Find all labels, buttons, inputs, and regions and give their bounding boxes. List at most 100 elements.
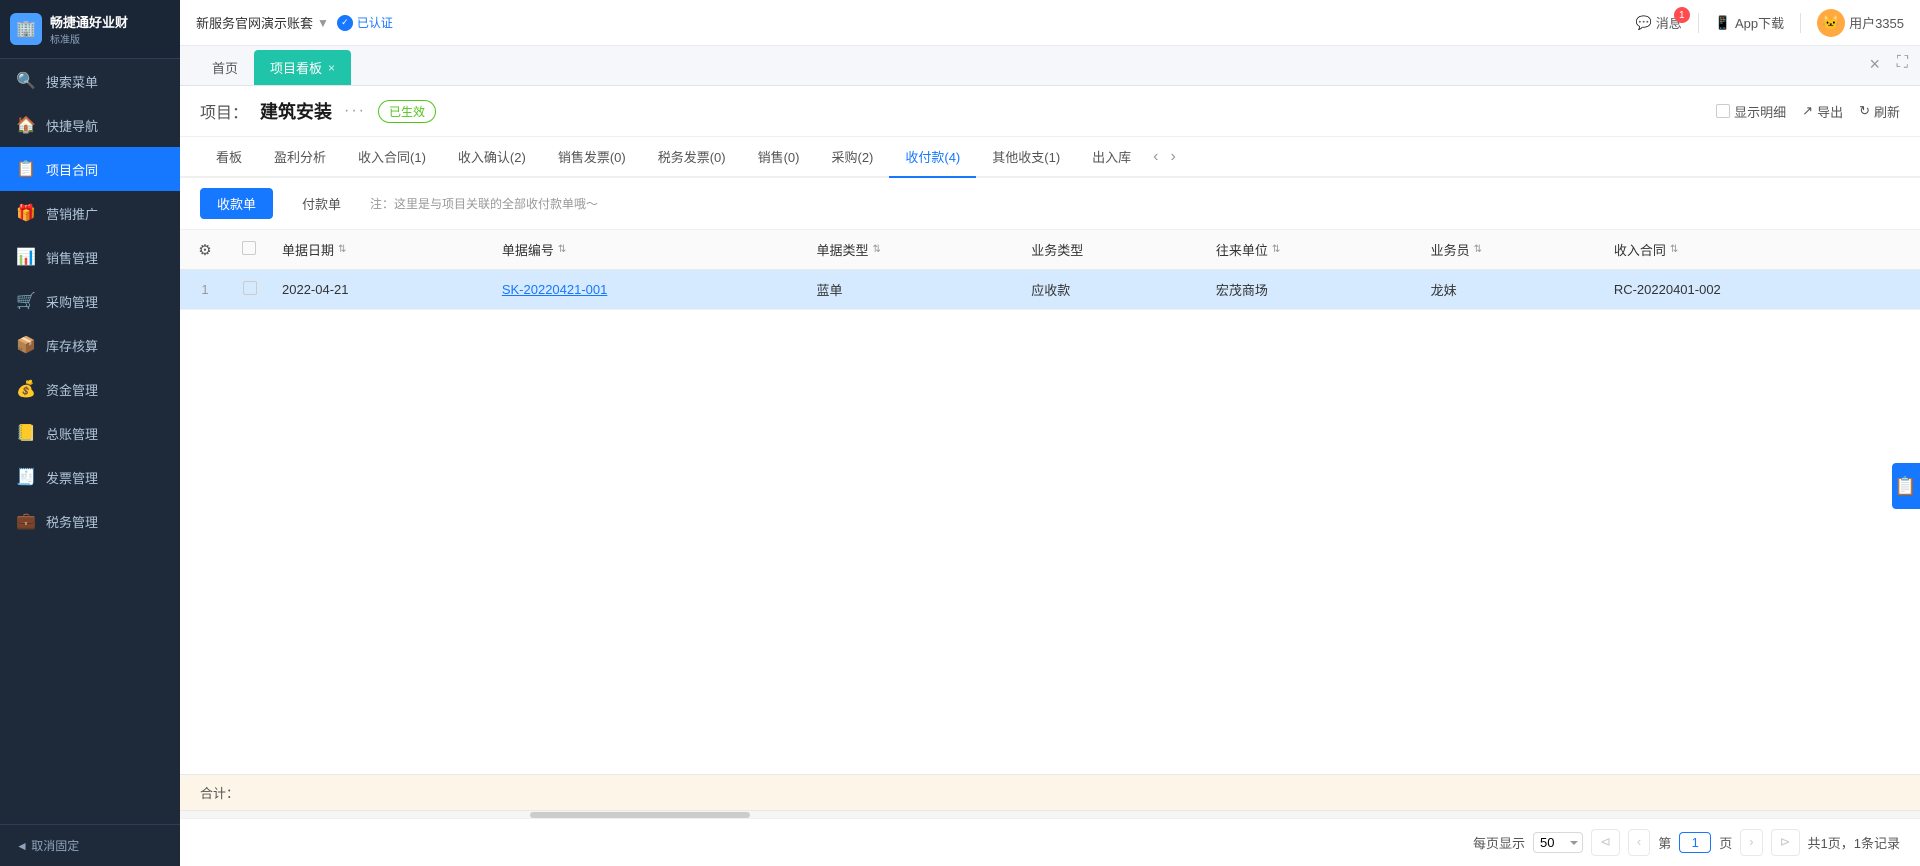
user-avatar: 🐱 <box>1817 9 1845 37</box>
pagination-bar: 每页显示 50 10 20 100 ⊲ ‹ 第 1 页 › ⊳ 共1页，1条记录 <box>180 818 1920 866</box>
th-checkbox[interactable] <box>230 230 270 270</box>
sort-number-icon: ⇅ <box>558 244 566 255</box>
pagination-total-info: 共1页，1条记录 <box>1808 833 1900 852</box>
sidebar-item-marketing[interactable]: 🎁 营销推广 <box>0 191 180 235</box>
sidebar-item-sales[interactable]: 📊 销售管理 <box>0 235 180 279</box>
select-all-checkbox[interactable] <box>242 241 256 255</box>
th-partner[interactable]: 往来单位⇅ <box>1204 230 1419 270</box>
account-dropdown-icon: ▼ <box>317 16 329 30</box>
cell-partner: 宏茂商场 <box>1204 270 1419 310</box>
show-detail-checkbox[interactable] <box>1716 104 1730 118</box>
window-close-button[interactable]: × <box>1865 52 1884 77</box>
sub-tabs-next-btn[interactable]: › <box>1165 144 1182 170</box>
export-button[interactable]: ↗ 导出 <box>1802 102 1843 121</box>
show-detail-toggle[interactable]: 显示明细 <box>1716 102 1786 121</box>
sub-tab-kanban[interactable]: 看板 <box>200 137 258 178</box>
sub-tab-tax-invoice[interactable]: 税务发票(0) <box>642 137 742 178</box>
project-status-badge: 已生效 <box>378 100 436 123</box>
sidebar: 🏢 畅捷通好业财 标准版 🔍 搜索菜单 🏠 快捷导航 📋 项目合同 🎁 营销推广… <box>0 0 180 866</box>
sub-tab-sales-invoice[interactable]: 销售发票(0) <box>542 137 642 178</box>
th-income-contract[interactable]: 收入合同⇅ <box>1602 230 1920 270</box>
sidebar-icon-search: 🔍 <box>16 71 36 91</box>
th-salesperson[interactable]: 业务员⇅ <box>1419 230 1602 270</box>
sidebar-label-purchase: 采购管理 <box>46 292 98 311</box>
certified-icon: ✓ <box>337 15 353 31</box>
cell-number[interactable]: SK-20220421-001 <box>490 270 805 310</box>
sidebar-item-capital[interactable]: 💰 资金管理 <box>0 367 180 411</box>
pagination-next-btn[interactable]: › <box>1740 829 1762 856</box>
sidebar-icon-invoice: 🧾 <box>16 467 36 487</box>
tab-project-board[interactable]: 项目看板 × <box>254 50 351 85</box>
sub-tabs-prev-btn[interactable]: ‹ <box>1147 144 1164 170</box>
message-icon: 💬 <box>1636 15 1652 31</box>
content-wrapper: 项目： 建筑安装 ··· 已生效 显示明细 ↗ 导出 ↻ <box>180 86 1920 866</box>
sub-tab-profit[interactable]: 盈利分析 <box>258 137 342 178</box>
page-label: 第 <box>1658 833 1671 852</box>
receipt-toggle-btn[interactable]: 收款单 <box>200 188 273 219</box>
pagination-prev-btn[interactable]: ‹ <box>1628 829 1650 856</box>
sub-tab-other-expense[interactable]: 其他收支(1) <box>976 137 1076 178</box>
sub-tab-inout[interactable]: 出入库 <box>1076 137 1147 178</box>
sidebar-item-project-contract[interactable]: 📋 项目合同 <box>0 147 180 191</box>
tab-home-label: 首页 <box>212 58 238 77</box>
pagination-last-btn[interactable]: ⊳ <box>1771 829 1800 856</box>
sort-type-icon: ⇅ <box>873 244 881 255</box>
sidebar-unpin-button[interactable]: ◄ 取消固定 <box>0 824 180 866</box>
sidebar-app-name: 畅捷通好业财 <box>50 12 128 31</box>
tab-close-icon[interactable]: × <box>328 61 335 75</box>
main-area: 新服务官网演示账套 ▼ ✓ 已认证 💬 消息 1 📱 App下载 🐱 <box>180 0 1920 866</box>
divider2 <box>1800 13 1801 33</box>
th-gear[interactable]: ⚙ <box>180 230 230 270</box>
project-more-button[interactable]: ··· <box>344 102 366 120</box>
tab-home[interactable]: 首页 <box>196 50 254 85</box>
sort-salesperson-icon: ⇅ <box>1474 244 1482 255</box>
payment-toggle-btn[interactable]: 付款单 <box>285 188 358 219</box>
sidebar-item-inventory[interactable]: 📦 库存核算 <box>0 323 180 367</box>
sub-tab-income-contract[interactable]: 收入合同(1) <box>342 137 442 178</box>
sidebar-nav: 🔍 搜索菜单 🏠 快捷导航 📋 项目合同 🎁 营销推广 📊 销售管理 🛒 采购管… <box>0 59 180 824</box>
th-number[interactable]: 单据编号⇅ <box>490 230 805 270</box>
sidebar-item-invoice[interactable]: 🧾 发票管理 <box>0 455 180 499</box>
sub-tab-sales[interactable]: 销售(0) <box>742 137 816 178</box>
top-bar: 新服务官网演示账套 ▼ ✓ 已认证 💬 消息 1 📱 App下载 🐱 <box>180 0 1920 46</box>
export-icon: ↗ <box>1802 103 1813 119</box>
sidebar-icon-inventory: 📦 <box>16 335 36 355</box>
scroll-indicator[interactable] <box>180 810 1920 818</box>
th-type[interactable]: 单据类型⇅ <box>804 230 1019 270</box>
cell-checkbox[interactable] <box>230 270 270 310</box>
sidebar-logo-icon: 🏢 <box>10 13 42 45</box>
user-menu[interactable]: 🐱 用户3355 <box>1817 9 1904 37</box>
pagination-first-btn[interactable]: ⊲ <box>1591 829 1620 856</box>
account-name: 新服务官网演示账套 <box>196 13 313 32</box>
sub-tab-purchase[interactable]: 采购(2) <box>815 137 889 178</box>
sidebar-item-ledger[interactable]: 📒 总账管理 <box>0 411 180 455</box>
per-page-select[interactable]: 50 10 20 100 <box>1533 832 1583 853</box>
table-row[interactable]: 1 2022-04-21 SK-20220421-001 蓝单 应收款 宏茂商场… <box>180 270 1920 310</box>
sidebar-item-search[interactable]: 🔍 搜索菜单 <box>0 59 180 103</box>
app-download-button[interactable]: 📱 App下载 <box>1715 13 1784 32</box>
floating-side-button[interactable]: 📋 <box>1892 463 1920 509</box>
sidebar-item-purchase[interactable]: 🛒 采购管理 <box>0 279 180 323</box>
th-date[interactable]: 单据日期⇅ <box>270 230 490 270</box>
project-title-area: 项目： 建筑安装 ··· 已生效 <box>200 98 436 124</box>
sidebar-item-tax[interactable]: 💼 税务管理 <box>0 499 180 543</box>
account-selector[interactable]: 新服务官网演示账套 ▼ <box>196 13 329 32</box>
scroll-thumb[interactable] <box>530 812 750 818</box>
window-maximize-button[interactable]: ⛶ <box>1893 52 1912 74</box>
messages-button[interactable]: 💬 消息 1 <box>1636 13 1682 32</box>
sidebar-icon-tax: 💼 <box>16 511 36 531</box>
floating-btn-icon: 📋 <box>1895 475 1917 497</box>
certified-badge: ✓ 已认证 <box>337 14 393 31</box>
sort-date-icon: ⇅ <box>338 244 346 255</box>
refresh-button[interactable]: ↻ 刷新 <box>1859 102 1900 121</box>
sidebar-item-shortcut[interactable]: 🏠 快捷导航 <box>0 103 180 147</box>
sub-tab-payment[interactable]: 收付款(4) <box>889 137 976 178</box>
gear-icon[interactable]: ⚙ <box>198 242 211 259</box>
sidebar-label-search: 搜索菜单 <box>46 72 98 91</box>
sidebar-icon-purchase: 🛒 <box>16 291 36 311</box>
cell-salesperson: 龙妹 <box>1419 270 1602 310</box>
project-actions: 显示明细 ↗ 导出 ↻ 刷新 <box>1716 102 1900 121</box>
sub-tab-income-confirm[interactable]: 收入确认(2) <box>442 137 542 178</box>
notification-badge: 1 <box>1674 7 1690 23</box>
content-area: 项目： 建筑安装 ··· 已生效 显示明细 ↗ 导出 ↻ <box>180 86 1920 866</box>
